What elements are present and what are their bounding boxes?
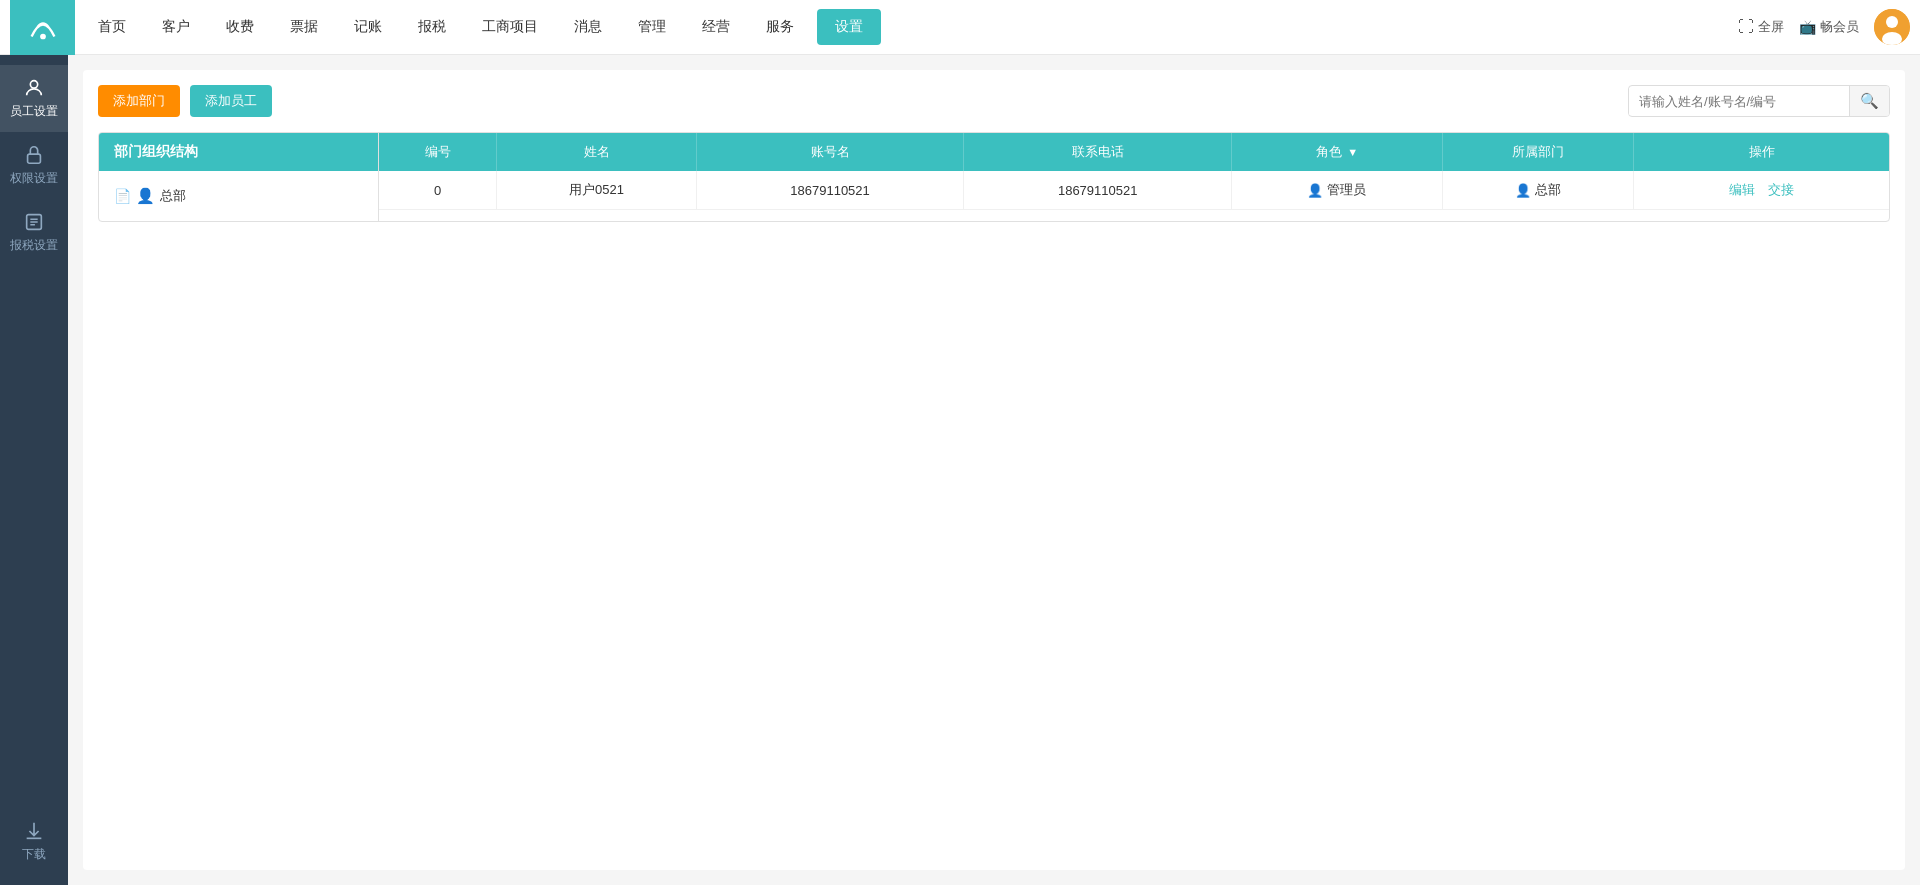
search-button[interactable]: 🔍 [1849, 86, 1889, 116]
role-label: 管理员 [1327, 181, 1366, 199]
nav-items: 首页 客户 收费 票据 记账 报税 工商项目 消息 管理 经营 服务 设置 [80, 0, 1738, 55]
nav-item-tax[interactable]: 报税 [400, 0, 464, 55]
col-role-label: 角色 [1316, 144, 1342, 159]
dept-tree: 部门组织结构 📄 👤 总部 [99, 133, 379, 221]
sidebar-employee-label: 员工设置 [10, 103, 58, 120]
nav-item-accounting[interactable]: 记账 [336, 0, 400, 55]
emp-table: 编号 姓名 账号名 联系电话 角色 ▼ 所属部门 操作 [379, 133, 1889, 221]
nav-item-message[interactable]: 消息 [556, 0, 620, 55]
nav-item-billing[interactable]: 收费 [208, 0, 272, 55]
member-button[interactable]: 📺 畅会员 [1799, 18, 1859, 36]
dept-file-icon: 📄 [114, 188, 131, 204]
dept-tree-body: 📄 👤 总部 [99, 171, 378, 221]
col-header-role[interactable]: 角色 ▼ [1232, 133, 1443, 171]
member-icon: 📺 [1799, 19, 1816, 35]
col-header-account: 账号名 [696, 133, 964, 171]
svg-point-2 [1886, 16, 1898, 28]
cell-dept: 👤 总部 [1442, 171, 1633, 210]
sidebar-item-tax-settings[interactable]: 报税设置 [0, 199, 68, 266]
content-area: 添加部门 添加员工 🔍 部门组织结构 📄 👤 [68, 55, 1920, 885]
search-box: 🔍 [1628, 85, 1890, 117]
logo[interactable] [10, 0, 75, 55]
fullscreen-button[interactable]: ⛶ 全屏 [1738, 18, 1784, 36]
svg-rect-5 [28, 154, 41, 163]
nav-item-service[interactable]: 服务 [748, 0, 812, 55]
nav-item-business[interactable]: 工商项目 [464, 0, 556, 55]
toolbar: 添加部门 添加员工 🔍 [98, 85, 1890, 117]
cell-phone: 18679110521 [964, 171, 1232, 210]
nav-item-invoice[interactable]: 票据 [272, 0, 336, 55]
nav-item-manage[interactable]: 管理 [620, 0, 684, 55]
table-header-row: 编号 姓名 账号名 联系电话 角色 ▼ 所属部门 操作 [379, 133, 1889, 171]
nav-item-operation[interactable]: 经营 [684, 0, 748, 55]
search-input[interactable] [1629, 88, 1849, 115]
filter-icon: ▼ [1347, 146, 1358, 158]
svg-point-4 [30, 81, 37, 88]
sidebar-download[interactable]: 下载 [0, 808, 68, 875]
add-emp-button[interactable]: 添加员工 [190, 85, 272, 117]
cell-name: 用户0521 [497, 171, 696, 210]
col-header-phone: 联系电话 [964, 133, 1232, 171]
edit-link[interactable]: 编辑 [1729, 182, 1755, 197]
sidebar-item-employee[interactable]: 员工设置 [0, 65, 68, 132]
table-row: 0 用户0521 18679110521 18679110521 👤 管理员 [379, 171, 1889, 210]
dept-tree-header: 部门组织结构 [99, 133, 378, 171]
col-header-dept: 所属部门 [1442, 133, 1633, 171]
sidebar-permission-label: 权限设置 [10, 170, 58, 187]
col-header-name: 姓名 [497, 133, 696, 171]
col-header-action: 操作 [1634, 133, 1889, 171]
search-icon: 🔍 [1860, 92, 1879, 109]
sidebar: 员工设置 权限设置 报税设置 下载 [0, 55, 68, 885]
fullscreen-label: 全屏 [1758, 18, 1784, 36]
cell-account: 18679110521 [696, 171, 964, 210]
sidebar-tax-settings-label: 报税设置 [10, 237, 58, 254]
nav-item-settings[interactable]: 设置 [817, 9, 881, 45]
member-label: 畅会员 [1820, 18, 1859, 36]
employee-table: 编号 姓名 账号名 联系电话 角色 ▼ 所属部门 操作 [379, 133, 1889, 210]
add-dept-button[interactable]: 添加部门 [98, 85, 180, 117]
content-inner: 添加部门 添加员工 🔍 部门组织结构 📄 👤 [83, 70, 1905, 870]
top-navigation: 首页 客户 收费 票据 记账 报税 工商项目 消息 管理 经营 服务 设置 ⛶ … [0, 0, 1920, 55]
transfer-link[interactable]: 交接 [1768, 182, 1794, 197]
role-user-icon: 👤 [1307, 183, 1323, 198]
cell-id: 0 [379, 171, 497, 210]
sidebar-download-label: 下载 [22, 846, 46, 863]
nav-item-customer[interactable]: 客户 [144, 0, 208, 55]
cell-role: 👤 管理员 [1232, 171, 1443, 210]
dept-item-label: 总部 [160, 187, 186, 205]
nav-item-home[interactable]: 首页 [80, 0, 144, 55]
main-layout: 员工设置 权限设置 报税设置 下载 [0, 55, 1920, 885]
dept-cell-label: 总部 [1535, 181, 1561, 199]
col-header-id: 编号 [379, 133, 497, 171]
fullscreen-icon: ⛶ [1738, 18, 1754, 36]
sidebar-item-permission[interactable]: 权限设置 [0, 132, 68, 199]
dept-item-root[interactable]: 📄 👤 总部 [109, 181, 368, 211]
svg-point-0 [40, 34, 46, 40]
dept-user-icon: 👤 [136, 187, 155, 205]
cell-action: 编辑 交接 [1634, 171, 1889, 210]
dept-cell-icon: 👤 [1515, 183, 1531, 198]
nav-right: ⛶ 全屏 📺 畅会员 [1738, 9, 1910, 45]
table-layout: 部门组织结构 📄 👤 总部 编号 [98, 132, 1890, 222]
avatar[interactable] [1874, 9, 1910, 45]
